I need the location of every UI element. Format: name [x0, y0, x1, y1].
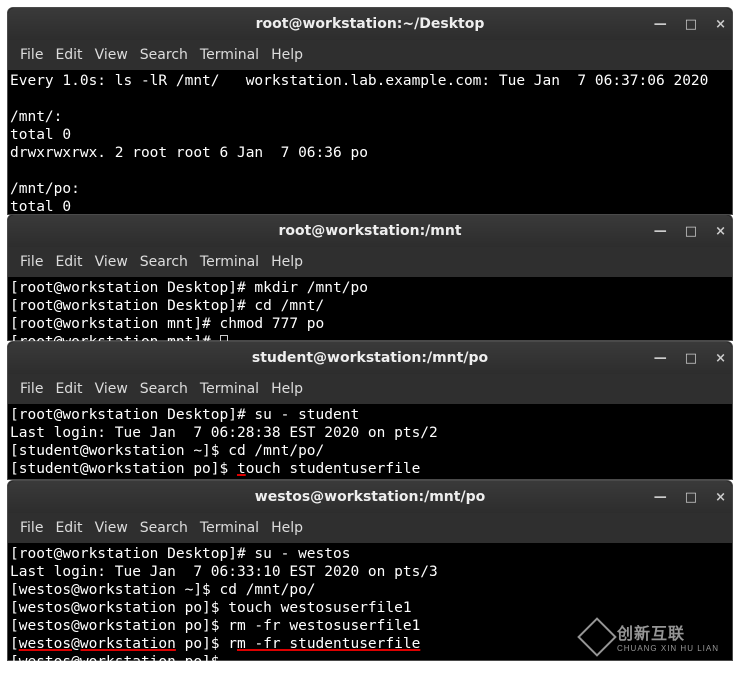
window-controls: — □ ×: [654, 17, 726, 32]
window-controls: — □ ×: [654, 224, 726, 239]
minimize-icon[interactable]: —: [654, 490, 667, 505]
watermark: 创新互联 CHUANG XIN HU LIAN: [583, 620, 719, 653]
menu-file[interactable]: File: [20, 520, 43, 536]
menu-terminal[interactable]: Terminal: [200, 254, 259, 270]
terminal-content[interactable]: Every 1.0s: ls -lR /mnt/ workstation.lab…: [8, 70, 732, 218]
menu-search[interactable]: Search: [140, 381, 188, 397]
menu-view[interactable]: View: [95, 381, 128, 397]
menubar: File Edit View Search Terminal Help: [8, 374, 732, 404]
menu-help[interactable]: Help: [271, 47, 303, 63]
maximize-icon[interactable]: □: [685, 490, 697, 505]
menu-terminal[interactable]: Terminal: [200, 47, 259, 63]
terminal-window-2: root@workstation:/mnt — □ × File Edit Vi…: [7, 214, 733, 341]
menu-edit[interactable]: Edit: [55, 47, 82, 63]
menu-edit[interactable]: Edit: [55, 254, 82, 270]
close-icon[interactable]: ×: [715, 17, 726, 32]
highlighted-command: m -fr studentuserfile: [237, 636, 420, 652]
terminal-window-1: root@workstation:~/Desktop — □ × File Ed…: [7, 7, 733, 215]
menu-edit[interactable]: Edit: [55, 520, 82, 536]
menu-help[interactable]: Help: [271, 254, 303, 270]
watermark-text-en: CHUANG XIN HU LIAN: [617, 644, 719, 653]
highlighted-command: t: [237, 461, 246, 477]
menu-search[interactable]: Search: [140, 254, 188, 270]
menu-terminal[interactable]: Terminal: [200, 381, 259, 397]
terminal-window-3: student@workstation:/mnt/po — □ × File E…: [7, 341, 733, 480]
window-title: root@workstation:/mnt: [278, 223, 461, 239]
titlebar[interactable]: root@workstation:/mnt — □ ×: [8, 215, 732, 247]
menu-view[interactable]: View: [95, 47, 128, 63]
menu-view[interactable]: View: [95, 254, 128, 270]
titlebar[interactable]: student@workstation:/mnt/po — □ ×: [8, 342, 732, 374]
window-controls: — □ ×: [654, 490, 726, 505]
minimize-icon[interactable]: —: [654, 17, 667, 32]
menu-file[interactable]: File: [20, 47, 43, 63]
maximize-icon[interactable]: □: [685, 351, 697, 366]
menu-file[interactable]: File: [20, 254, 43, 270]
close-icon[interactable]: ×: [715, 224, 726, 239]
menubar: File Edit View Search Terminal Help: [8, 40, 732, 70]
menubar: File Edit View Search Terminal Help: [8, 247, 732, 277]
titlebar[interactable]: root@workstation:~/Desktop — □ ×: [8, 8, 732, 40]
window-title: student@workstation:/mnt/po: [252, 350, 488, 366]
window-title: westos@workstation:/mnt/po: [255, 489, 485, 505]
close-icon[interactable]: ×: [715, 490, 726, 505]
menu-file[interactable]: File: [20, 381, 43, 397]
terminal-content[interactable]: [root@workstation Desktop]# su - westos …: [8, 543, 732, 673]
window-title: root@workstation:~/Desktop: [256, 16, 485, 32]
close-icon[interactable]: ×: [715, 351, 726, 366]
titlebar[interactable]: westos@workstation:/mnt/po — □ ×: [8, 481, 732, 513]
menu-help[interactable]: Help: [271, 381, 303, 397]
menu-help[interactable]: Help: [271, 520, 303, 536]
watermark-text-cn: 创新互联: [617, 620, 719, 644]
watermark-logo-icon: [577, 617, 617, 657]
maximize-icon[interactable]: □: [685, 17, 697, 32]
menu-search[interactable]: Search: [140, 520, 188, 536]
menubar: File Edit View Search Terminal Help: [8, 513, 732, 543]
minimize-icon[interactable]: —: [654, 224, 667, 239]
minimize-icon[interactable]: —: [654, 351, 667, 366]
menu-terminal[interactable]: Terminal: [200, 520, 259, 536]
highlighted-user: westos@workstation: [19, 636, 176, 652]
maximize-icon[interactable]: □: [685, 224, 697, 239]
window-controls: — □ ×: [654, 351, 726, 366]
menu-search[interactable]: Search: [140, 47, 188, 63]
menu-edit[interactable]: Edit: [55, 381, 82, 397]
menu-view[interactable]: View: [95, 520, 128, 536]
terminal-content[interactable]: [root@workstation Desktop]# su - student…: [8, 404, 732, 480]
